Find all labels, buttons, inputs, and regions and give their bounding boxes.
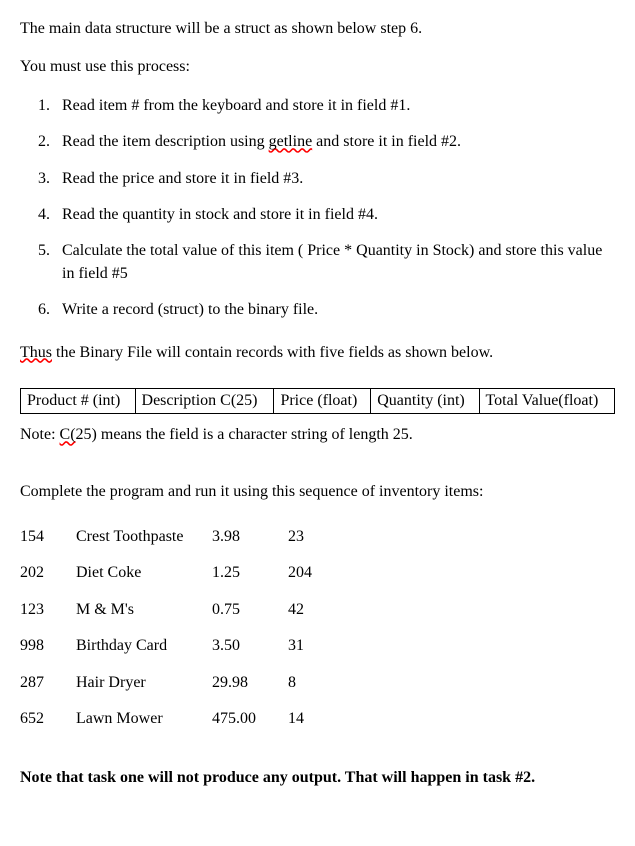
footnote: Note that task one will not produce any … xyxy=(20,767,615,789)
steps-list: Read item # from the keyboard and store … xyxy=(20,95,615,322)
inventory-cell-qty: 23 xyxy=(288,519,344,555)
inventory-cell-price: 475.00 xyxy=(212,701,288,737)
step-5-text: Calculate the total value of this item (… xyxy=(62,242,602,281)
inventory-cell-qty: 14 xyxy=(288,701,344,737)
inventory-cell-price: 1.25 xyxy=(212,555,288,591)
inventory-row: 998Birthday Card3.5031 xyxy=(20,628,344,664)
binary-file-paragraph: Thus the Binary File will contain record… xyxy=(20,342,615,364)
inventory-cell-price: 3.98 xyxy=(212,519,288,555)
binary-file-post: the Binary File will contain records wit… xyxy=(52,344,493,361)
inventory-row: 652Lawn Mower475.0014 xyxy=(20,701,344,737)
field-description: Description C(25) xyxy=(135,388,274,413)
intro-paragraph-2: You must use this process: xyxy=(20,56,615,78)
inventory-cell-desc: Crest Toothpaste xyxy=(76,519,212,555)
inventory-cell-id: 154 xyxy=(20,519,76,555)
inventory-cell-id: 202 xyxy=(20,555,76,591)
inventory-cell-id: 287 xyxy=(20,665,76,701)
step-4-text: Read the quantity in stock and store it … xyxy=(62,206,378,223)
binary-file-err: Thus xyxy=(20,344,52,361)
complete-paragraph: Complete the program and run it using th… xyxy=(20,481,615,503)
inventory-cell-price: 0.75 xyxy=(212,592,288,628)
step-2-post: and store it in field #2. xyxy=(312,133,461,150)
inventory-cell-qty: 42 xyxy=(288,592,344,628)
inventory-cell-desc: Diet Coke xyxy=(76,555,212,591)
inventory-cell-qty: 8 xyxy=(288,665,344,701)
step-2: Read the item description using getline … xyxy=(54,131,615,153)
step-3-text: Read the price and store it in field #3. xyxy=(62,170,303,187)
note-c25-err: C( xyxy=(60,426,76,443)
field-total-value: Total Value(float) xyxy=(479,388,614,413)
step-2-pre: Read the item description using xyxy=(62,133,269,150)
step-2-err: getline xyxy=(269,133,313,150)
step-5: Calculate the total value of this item (… xyxy=(54,240,615,285)
step-3: Read the price and store it in field #3. xyxy=(54,168,615,190)
inventory-row: 202Diet Coke1.25204 xyxy=(20,555,344,591)
record-fields-row: Product # (int) Description C(25) Price … xyxy=(21,388,615,413)
inventory-cell-desc: M & M's xyxy=(76,592,212,628)
step-6-text: Write a record (struct) to the binary fi… xyxy=(62,301,318,318)
note-c25: Note: C(25) means the field is a charact… xyxy=(20,424,615,446)
field-quantity: Quantity (int) xyxy=(371,388,479,413)
note-c25-pre: Note: xyxy=(20,426,60,443)
field-price: Price (float) xyxy=(274,388,371,413)
intro-paragraph-1: The main data structure will be a struct… xyxy=(20,18,615,40)
record-fields-table: Product # (int) Description C(25) Price … xyxy=(20,388,615,414)
inventory-cell-price: 3.50 xyxy=(212,628,288,664)
step-6: Write a record (struct) to the binary fi… xyxy=(54,299,615,321)
inventory-cell-qty: 204 xyxy=(288,555,344,591)
step-1: Read item # from the keyboard and store … xyxy=(54,95,615,117)
inventory-cell-desc: Lawn Mower xyxy=(76,701,212,737)
inventory-cell-desc: Birthday Card xyxy=(76,628,212,664)
inventory-cell-id: 652 xyxy=(20,701,76,737)
inventory-table: 154Crest Toothpaste3.9823202Diet Coke1.2… xyxy=(20,519,344,737)
field-product: Product # (int) xyxy=(21,388,136,413)
inventory-row: 154Crest Toothpaste3.9823 xyxy=(20,519,344,555)
step-4: Read the quantity in stock and store it … xyxy=(54,204,615,226)
inventory-cell-desc: Hair Dryer xyxy=(76,665,212,701)
inventory-row: 123M & M's0.7542 xyxy=(20,592,344,628)
inventory-cell-qty: 31 xyxy=(288,628,344,664)
inventory-cell-id: 123 xyxy=(20,592,76,628)
note-c25-post: 25) means the field is a character strin… xyxy=(76,426,413,443)
inventory-row: 287Hair Dryer29.988 xyxy=(20,665,344,701)
step-1-text: Read item # from the keyboard and store … xyxy=(62,97,410,114)
inventory-cell-id: 998 xyxy=(20,628,76,664)
inventory-cell-price: 29.98 xyxy=(212,665,288,701)
